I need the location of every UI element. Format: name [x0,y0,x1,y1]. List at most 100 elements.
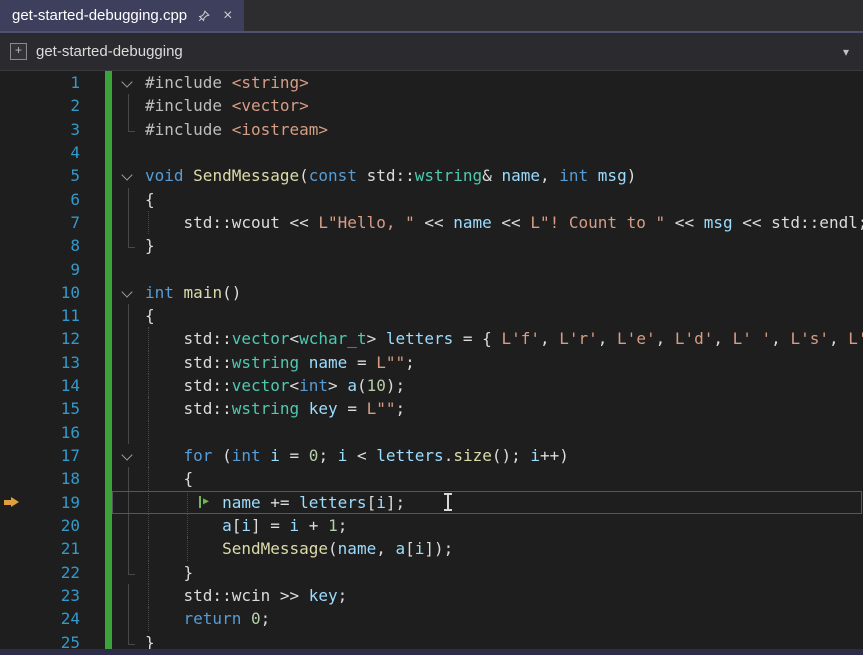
breakpoint-margin[interactable] [0,397,30,420]
code-text[interactable]: { [145,188,863,211]
code-text[interactable]: std::vector<wchar_t> letters = { L'f', L… [145,327,863,350]
breakpoint-margin[interactable] [0,211,30,234]
line-number: 1 [30,71,80,94]
run-to-click-icon[interactable]: ▶ [199,496,209,508]
breakpoint-margin[interactable] [0,607,30,630]
code-text[interactable]: std::vector<int> a(10); [145,374,863,397]
line-number: 13 [30,351,80,374]
change-tracking-bar [105,234,112,257]
code-line[interactable]: 19 name += letters[i];▶ [0,491,863,514]
breakpoint-margin[interactable] [0,164,30,187]
code-line[interactable]: 21 SendMessage(name, a[i]); [0,537,863,560]
code-line[interactable]: 22 } [0,561,863,584]
change-tracking-bar [105,188,112,211]
indent-guide [148,374,149,397]
code-text[interactable]: void SendMessage(const std::wstring& nam… [145,164,863,187]
breakpoint-margin[interactable] [0,491,30,514]
gutter-gap [80,211,105,234]
fold-margin [112,374,145,397]
breakpoint-margin[interactable] [0,584,30,607]
navigation-bar[interactable]: + get-started-debugging ▾ [0,33,863,71]
code-text[interactable]: for (int i = 0; i < letters.size(); i++) [145,444,863,467]
code-line[interactable]: 15 std::wstring key = L""; [0,397,863,420]
indent-guide [148,584,149,607]
code-text[interactable] [145,141,863,164]
fold-margin [112,211,145,234]
code-line[interactable]: 2#include <vector> [0,94,863,117]
breakpoint-margin[interactable] [0,141,30,164]
code-text[interactable]: { [145,467,863,490]
code-text[interactable] [145,258,863,281]
code-text[interactable]: name += letters[i]; [145,491,863,514]
code-line[interactable]: 17 for (int i = 0; i < letters.size(); i… [0,444,863,467]
code-line[interactable]: 1 #include <string> [0,71,863,94]
code-text[interactable] [145,421,863,444]
breakpoint-margin[interactable] [0,444,30,467]
code-line[interactable]: 20 a[i] = i + 1; [0,514,863,537]
breakpoint-margin[interactable] [0,351,30,374]
code-line[interactable]: 9 [0,258,863,281]
code-line[interactable]: 7 std::wcout << L"Hello, " << name << L"… [0,211,863,234]
line-number: 14 [30,374,80,397]
code-text[interactable]: std::wcout << L"Hello, " << name << L"! … [145,211,863,234]
code-line[interactable]: 8} [0,234,863,257]
code-text[interactable]: std::wcin >> key; [145,584,863,607]
code-text[interactable]: std::wstring key = L""; [145,397,863,420]
code-line[interactable]: 10int main() [0,281,863,304]
breakpoint-margin[interactable] [0,467,30,490]
breakpoint-margin[interactable] [0,561,30,584]
code-line[interactable]: 14 std::vector<int> a(10); [0,374,863,397]
line-number: 3 [30,118,80,141]
code-text[interactable]: SendMessage(name, a[i]); [145,537,863,560]
breakpoint-margin[interactable] [0,374,30,397]
code-line[interactable]: 18 { [0,467,863,490]
code-text[interactable]: a[i] = i + 1; [145,514,863,537]
breakpoint-margin[interactable] [0,234,30,257]
code-text[interactable]: } [145,561,863,584]
fold-chevron-icon[interactable] [112,71,145,94]
breakpoint-margin[interactable] [0,94,30,117]
code-line[interactable]: 5void SendMessage(const std::wstring& na… [0,164,863,187]
fold-chevron-icon[interactable] [112,444,145,467]
fold-chevron-icon[interactable] [112,164,145,187]
code-text[interactable]: return 0; [145,607,863,630]
code-line[interactable]: 12 std::vector<wchar_t> letters = { L'f'… [0,327,863,350]
code-text[interactable]: int main() [145,281,863,304]
pin-icon[interactable] [197,9,211,23]
code-text[interactable]: #include <string> [145,71,863,94]
code-line[interactable]: 4 [0,141,863,164]
change-tracking-bar [105,141,112,164]
code-text[interactable]: std::wstring name = L""; [145,351,863,374]
breakpoint-margin[interactable] [0,118,30,141]
change-tracking-bar [105,537,112,560]
code-line[interactable]: 16 [0,421,863,444]
breakpoint-margin[interactable] [0,514,30,537]
fold-margin [112,94,145,117]
fold-chevron-icon[interactable] [112,281,145,304]
code-text[interactable]: } [145,234,863,257]
code-text[interactable]: #include <vector> [145,94,863,117]
gutter-gap [80,71,105,94]
gutter-gap [80,467,105,490]
breakpoint-margin[interactable] [0,258,30,281]
code-line[interactable]: 3 #include <iostream> [0,118,863,141]
code-text[interactable]: #include <iostream> [145,118,863,141]
code-line[interactable]: 13 std::wstring name = L""; [0,351,863,374]
tab-get-started-debugging[interactable]: get-started-debugging.cpp × [0,0,244,31]
close-icon[interactable]: × [221,8,234,24]
code-line[interactable]: 11{ [0,304,863,327]
breakpoint-margin[interactable] [0,304,30,327]
breakpoint-margin[interactable] [0,188,30,211]
fold-margin [112,397,145,420]
line-number: 19 [30,491,80,514]
chevron-down-icon[interactable]: ▾ [839,45,853,59]
breakpoint-margin[interactable] [0,537,30,560]
code-line[interactable]: 23 std::wcin >> key; [0,584,863,607]
code-line[interactable]: 6{ [0,188,863,211]
breakpoint-margin[interactable] [0,327,30,350]
breakpoint-margin[interactable] [0,281,30,304]
breakpoint-margin[interactable] [0,71,30,94]
code-text[interactable]: { [145,304,863,327]
breakpoint-margin[interactable] [0,421,30,444]
code-line[interactable]: 24 return 0; [0,607,863,630]
